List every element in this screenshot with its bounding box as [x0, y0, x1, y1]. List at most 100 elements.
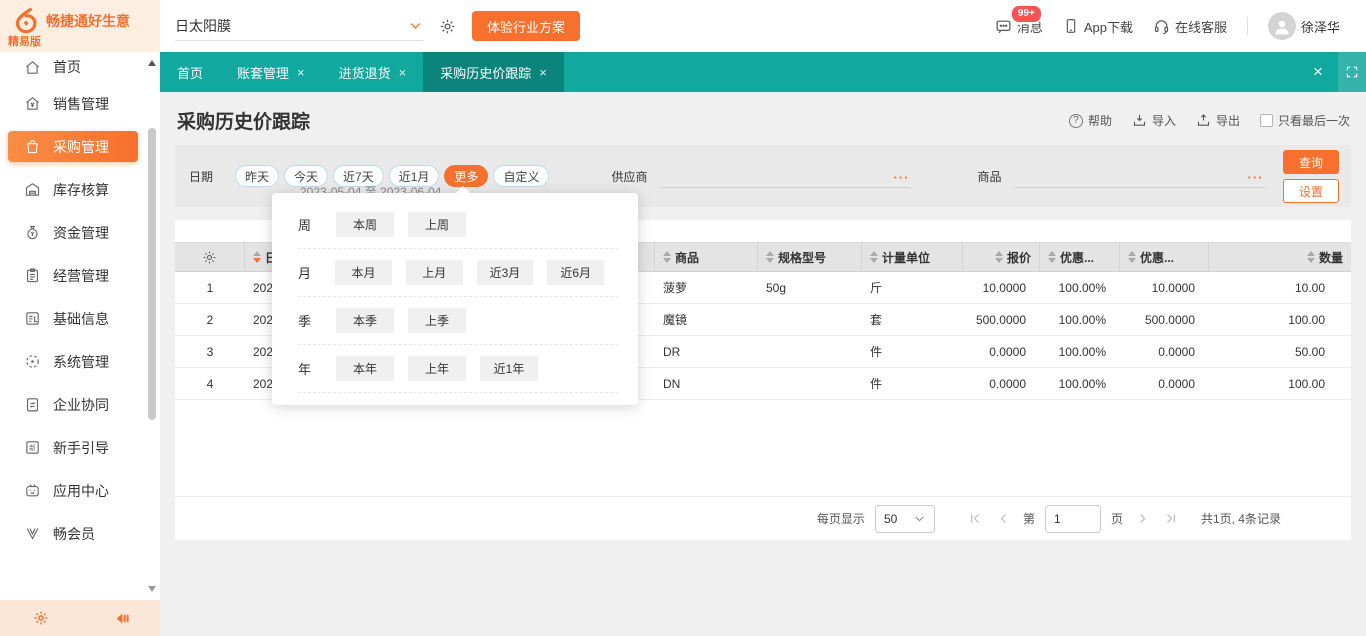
column-header-5[interactable]: 计量单位	[862, 243, 963, 271]
sidebar-item-guide[interactable]: 新新手引导	[0, 426, 148, 469]
tab-close-icon[interactable]: ×	[399, 65, 407, 80]
column-header-4[interactable]: 规格型号	[758, 243, 862, 271]
brand-name: 畅捷通好生意	[46, 11, 130, 31]
import-icon	[1132, 113, 1147, 128]
dropdown-option-2-0[interactable]: 本季	[336, 308, 394, 333]
gear-icon[interactable]	[439, 18, 456, 35]
dropdown-row-label: 季	[298, 311, 336, 330]
product-picker-ellipsis-icon[interactable]: ···	[1247, 171, 1263, 184]
sort-icon[interactable]	[995, 251, 1003, 263]
dropdown-option-0-1[interactable]: 上周	[408, 212, 466, 237]
dropdown-option-3-0[interactable]: 本年	[336, 356, 394, 381]
edition-badge: 精易版	[8, 33, 41, 49]
tabbar: 首页账套管理×进货退货×采购历史价跟踪× ×	[160, 52, 1366, 92]
tab-2[interactable]: 进货退货×	[322, 52, 424, 92]
cell-spec	[758, 304, 862, 335]
tab-close-icon[interactable]: ×	[297, 65, 305, 80]
dropdown-option-1-0[interactable]: 本月	[335, 260, 392, 285]
filter-pill-5[interactable]: 自定义	[493, 165, 549, 187]
dropdown-option-1-3[interactable]: 近6月	[547, 260, 604, 285]
sort-icon[interactable]	[1128, 251, 1136, 263]
user-menu[interactable]: 徐泽华	[1268, 12, 1340, 40]
dropdown-option-2-1[interactable]: 上季	[408, 308, 466, 333]
scroll-up-icon[interactable]	[148, 60, 156, 66]
collapse-sidebar-icon[interactable]	[113, 610, 130, 627]
cell-discount_price: 0.0000	[1120, 368, 1209, 399]
help-icon: ?	[1069, 114, 1083, 128]
cell-num: 1	[175, 272, 245, 303]
supplier-picker-ellipsis-icon[interactable]: ···	[893, 171, 909, 184]
app-download-button[interactable]: App下载	[1063, 17, 1133, 36]
supplier-input[interactable]	[661, 164, 911, 187]
column-header-7[interactable]: 优惠...	[1040, 243, 1120, 271]
tab-label: 账套管理	[237, 63, 289, 82]
tab-3[interactable]: 采购历史价跟踪×	[423, 52, 564, 92]
next-page-icon[interactable]	[1133, 512, 1152, 525]
scrollbar-thumb[interactable]	[148, 128, 156, 420]
date-filter-label: 日期	[189, 168, 213, 185]
cell-rate: 100.00%	[1040, 336, 1120, 367]
filter-pill-4[interactable]: 更多	[444, 165, 488, 187]
sidebar-item-collaboration[interactable]: 企业协同	[0, 383, 148, 426]
sidebar-item-member[interactable]: 畅会员	[0, 512, 148, 555]
column-header-6[interactable]: 报价	[963, 243, 1040, 271]
dropdown-option-1-2[interactable]: 近3月	[477, 260, 534, 285]
column-settings-header[interactable]	[175, 243, 245, 271]
system-icon	[24, 353, 41, 370]
tab-close-icon[interactable]: ×	[539, 65, 547, 80]
dropdown-option-3-2[interactable]: 近1年	[480, 356, 538, 381]
sidebar-item-home[interactable]: 首页	[0, 52, 148, 82]
dropdown-row-label: 周	[298, 215, 336, 234]
first-page-icon[interactable]	[965, 512, 984, 525]
settings-button[interactable]: 设置	[1283, 179, 1339, 203]
sidebar-item-procurement[interactable]: 采购管理	[8, 131, 138, 162]
dropdown-option-0-0[interactable]: 本周	[336, 212, 394, 237]
export-button[interactable]: 导出	[1196, 112, 1240, 129]
sidebar-item-sales[interactable]: 销售管理	[0, 82, 148, 125]
dropdown-option-3-1[interactable]: 上年	[408, 356, 466, 381]
sidebar-item-label: 采购管理	[53, 137, 109, 157]
only-last-checkbox[interactable]	[1260, 114, 1273, 127]
column-header-9[interactable]: 数量	[1209, 243, 1351, 271]
sidebar-item-operations[interactable]: 经营管理	[0, 254, 148, 297]
help-button[interactable]: ? 帮助	[1069, 112, 1112, 129]
messages-button[interactable]: 消息 99+	[995, 17, 1043, 36]
settings-gear-icon[interactable]	[33, 610, 49, 626]
tab-0[interactable]: 首页	[160, 52, 220, 92]
sidebar-item-app-center[interactable]: 应用中心	[0, 469, 148, 512]
product-input[interactable]	[1015, 164, 1265, 187]
sidebar-item-funds[interactable]: 资金管理	[0, 211, 148, 254]
fullscreen-button[interactable]	[1338, 52, 1366, 92]
filter-pill-0[interactable]: 昨天	[235, 165, 279, 187]
import-button[interactable]: 导入	[1132, 112, 1176, 129]
collab-icon	[24, 396, 41, 413]
last-page-icon[interactable]	[1162, 512, 1181, 525]
dropdown-option-1-1[interactable]: 上月	[406, 260, 463, 285]
cell-num: 2	[175, 304, 245, 335]
sort-icon[interactable]	[253, 251, 261, 263]
gear-icon[interactable]	[202, 250, 217, 265]
dropdown-row-2: 季本季上季	[298, 297, 618, 345]
account-select[interactable]: 日太阳膜	[175, 11, 423, 41]
sort-icon[interactable]	[1307, 251, 1315, 263]
support-button[interactable]: 在线客服	[1153, 17, 1227, 36]
scroll-down-icon[interactable]	[148, 586, 156, 592]
sidebar-item-system[interactable]: 系统管理	[0, 340, 148, 383]
trial-plan-button[interactable]: 体验行业方案	[472, 11, 580, 41]
column-header-8[interactable]: 优惠...	[1120, 243, 1209, 271]
close-all-tabs-button[interactable]: ×	[1298, 52, 1338, 92]
page-number-input[interactable]	[1045, 505, 1101, 533]
only-last-toggle[interactable]: 只看最后一次	[1260, 112, 1350, 129]
prev-page-icon[interactable]	[994, 512, 1013, 525]
sidebar-item-inventory[interactable]: 库存核算	[0, 168, 148, 211]
column-header-3[interactable]: 商品	[655, 243, 758, 271]
sidebar-item-basic-info[interactable]: 基础信息	[0, 297, 148, 340]
sort-icon[interactable]	[766, 251, 774, 263]
tab-1[interactable]: 账套管理 ×	[220, 52, 322, 92]
sidebar-scrollbar[interactable]	[148, 52, 157, 600]
sort-icon[interactable]	[663, 251, 671, 263]
sort-icon[interactable]	[870, 251, 878, 263]
sort-icon[interactable]	[1048, 251, 1056, 263]
query-button[interactable]: 查询	[1283, 150, 1339, 174]
per-page-select[interactable]: 50	[875, 505, 935, 533]
